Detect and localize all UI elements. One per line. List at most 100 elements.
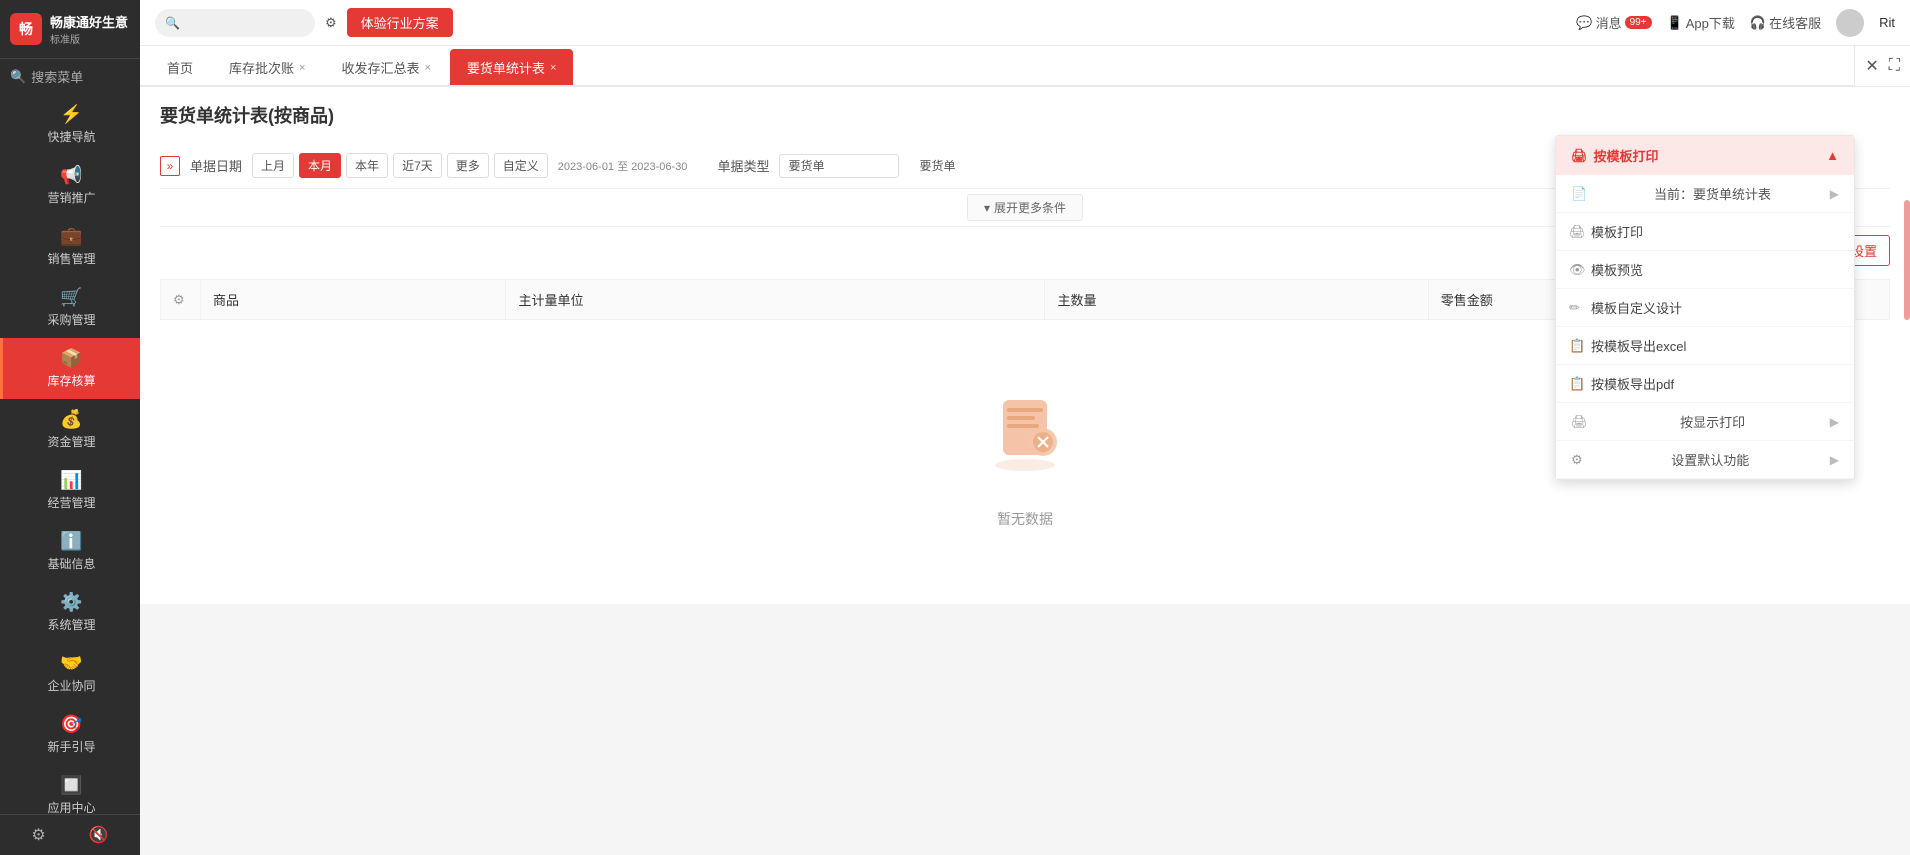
topbar-left: 🔍 ⚙ 体验行业方案 xyxy=(155,8,453,37)
dropdown-header: 🖨 按模板打印 ▲ xyxy=(1556,136,1854,175)
default-func-chevron-icon: ▶ xyxy=(1830,453,1839,467)
type-select[interactable]: 要货单 xyxy=(779,154,899,178)
sidebar: 畅 畅康通好生意 标准版 🔍 搜索菜单 ⚡ 快捷导航 📢 营销推广 💼 销售管理… xyxy=(0,0,140,855)
display-print-chevron-icon: ▶ xyxy=(1830,415,1839,429)
logo-text: 畅康通好生意 标准版 xyxy=(50,12,128,46)
col-quantity: 主数量 xyxy=(1045,280,1428,320)
sidebar-item-system[interactable]: ⚙️ 系统管理 xyxy=(0,582,140,643)
marketing-icon: 📢 xyxy=(60,165,82,186)
template-custom-icon: ✏ xyxy=(1569,300,1580,316)
basic-icon: ℹ️ xyxy=(60,531,82,552)
date-current-year[interactable]: 本年 xyxy=(346,153,388,178)
dropdown-item-default-func[interactable]: ⚙ 设置默认功能 ▶ xyxy=(1556,441,1854,479)
sidebar-item-operation[interactable]: 📊 经营管理 xyxy=(0,460,140,521)
col-product: 商品 xyxy=(201,280,506,320)
type-select-wrapper: 要货单 xyxy=(779,154,899,178)
date-last-7-days[interactable]: 近7天 xyxy=(393,153,442,178)
messages-button[interactable]: 💬 消息 99+ xyxy=(1576,13,1651,32)
sidebar-item-marketing[interactable]: 📢 营销推广 xyxy=(0,155,140,216)
date-prev-month[interactable]: 上月 xyxy=(252,153,294,178)
window-expand-button[interactable]: ⛶ xyxy=(1889,57,1900,75)
dropdown-item-template-print[interactable]: 🖨 模板打印 xyxy=(1556,213,1854,251)
print-dropdown-popup: 🖨 按模板打印 ▲ 📄 当前：要货单统计表 ▶ 🖨 模板打印 👁 模板预览 ✏ … xyxy=(1555,135,1855,480)
topbar: 🔍 ⚙ 体验行业方案 💬 消息 99+ 📱 App下载 🎧 在线客服 Rit xyxy=(140,0,1910,46)
date-range-display: 2023-06-01 至 2023-06-30 xyxy=(558,158,688,174)
tab-home[interactable]: 首页 xyxy=(150,49,210,85)
operation-icon: 📊 xyxy=(60,470,82,491)
date-filter-label: 单据日期 xyxy=(190,156,242,175)
dropdown-current-icon: 📄 xyxy=(1571,186,1587,202)
expand-more-button[interactable]: ▾ 展开更多条件 xyxy=(967,194,1083,221)
download-icon: 📱 xyxy=(1667,15,1683,31)
enterprise-icon: 🤝 xyxy=(60,653,82,674)
dropdown-item-display-print[interactable]: 🖨 按显示打印 ▶ xyxy=(1556,403,1854,441)
tab-batch-account-close[interactable]: × xyxy=(299,62,305,74)
app-logo: 畅 畅康通好生意 标准版 xyxy=(0,0,140,59)
sidebar-footer: ⚙ 🔇 xyxy=(0,814,140,855)
window-close-button[interactable]: ✕ xyxy=(1865,56,1878,76)
sidebar-nav: ⚡ 快捷导航 📢 营销推广 💼 销售管理 🛒 采购管理 📦 库存核算 💰 资金管… xyxy=(0,94,140,814)
topbar-settings-icon[interactable]: ⚙ xyxy=(325,15,337,31)
sales-icon: 💼 xyxy=(60,226,82,247)
order-status-tag: 要货单 xyxy=(919,157,955,174)
purchase-icon: 🛒 xyxy=(60,287,82,308)
sidebar-item-finance[interactable]: 💰 资金管理 xyxy=(0,399,140,460)
online-service-button[interactable]: 🎧 在线客服 xyxy=(1750,13,1821,32)
topbar-search-icon: 🔍 xyxy=(165,16,180,30)
finance-icon: 💰 xyxy=(60,409,82,430)
date-more[interactable]: 更多 xyxy=(447,153,489,178)
logo-icon: 畅 xyxy=(10,13,42,45)
sidebar-item-appstore[interactable]: 🔲 应用中心 xyxy=(0,765,140,814)
promo-button[interactable]: 体验行业方案 xyxy=(347,8,453,37)
dropdown-item-export-pdf[interactable]: 📋 按模板导出pdf xyxy=(1556,365,1854,403)
col-gear[interactable]: ⚙ xyxy=(161,280,201,320)
tab-order-stats-close[interactable]: × xyxy=(550,62,556,74)
search-menu-item[interactable]: 🔍 搜索菜单 xyxy=(0,59,140,94)
dropdown-item-export-excel[interactable]: 📋 按模板导出excel xyxy=(1556,327,1854,365)
tab-batch-account[interactable]: 库存批次账 × xyxy=(212,49,322,85)
col-unit: 主计量单位 xyxy=(506,280,1045,320)
message-icon: 💬 xyxy=(1576,15,1592,31)
topbar-right: 💬 消息 99+ 📱 App下载 🎧 在线客服 Rit xyxy=(1576,9,1895,37)
inventory-icon: 📦 xyxy=(60,348,82,369)
tabs-bar: 首页 库存批次账 × 收发存汇总表 × 要货单统计表 × xyxy=(140,46,1854,86)
dropdown-item-template-custom[interactable]: ✏ 模板自定义设计 xyxy=(1556,289,1854,327)
sidebar-item-guide[interactable]: 🎯 新手引导 xyxy=(0,704,140,765)
sidebar-item-sales[interactable]: 💼 销售管理 xyxy=(0,216,140,277)
service-icon: 🎧 xyxy=(1750,15,1766,31)
audio-footer-icon[interactable]: 🔇 xyxy=(89,825,109,845)
export-pdf-icon: 📋 xyxy=(1569,376,1585,392)
dropdown-item-current[interactable]: 📄 当前：要货单统计表 ▶ xyxy=(1556,175,1854,213)
filter-expand-icon[interactable]: » xyxy=(160,156,180,176)
sidebar-item-enterprise[interactable]: 🤝 企业协同 xyxy=(0,643,140,704)
type-filter-label: 单据类型 xyxy=(717,156,769,175)
topbar-search-box[interactable]: 🔍 xyxy=(155,9,315,37)
dropdown-collapse-icon[interactable]: ▲ xyxy=(1826,148,1839,163)
default-func-icon: ⚙ xyxy=(1571,452,1583,468)
date-current-month[interactable]: 本月 xyxy=(299,153,341,178)
search-icon: 🔍 xyxy=(10,69,26,85)
scrollbar-thumb[interactable] xyxy=(1904,200,1910,320)
tab-receipt-summary[interactable]: 收发存汇总表 × xyxy=(324,49,447,85)
sidebar-item-inventory[interactable]: 📦 库存核算 xyxy=(0,338,140,399)
print-header-icon: 🖨 xyxy=(1571,148,1588,164)
sidebar-item-basic[interactable]: ℹ️ 基础信息 xyxy=(0,521,140,582)
sidebar-item-shortcut[interactable]: ⚡ 快捷导航 xyxy=(0,94,140,155)
app-download-button[interactable]: 📱 App下载 xyxy=(1667,13,1735,32)
tab-order-stats[interactable]: 要货单统计表 × xyxy=(450,49,573,85)
sidebar-item-purchase[interactable]: 🛒 采购管理 xyxy=(0,277,140,338)
gear-icon[interactable]: ⚙ xyxy=(173,292,185,307)
user-name: Rit xyxy=(1879,15,1895,30)
shortcut-icon: ⚡ xyxy=(60,104,82,125)
user-avatar[interactable] xyxy=(1836,9,1864,37)
template-print-icon: 🖨 xyxy=(1569,224,1586,240)
date-options: 上月 本月 本年 近7天 更多 自定义 2023-06-01 至 2023-06… xyxy=(252,153,687,178)
appstore-icon: 🔲 xyxy=(60,775,82,796)
tab-receipt-summary-close[interactable]: × xyxy=(424,62,430,74)
page-title: 要货单统计表(按商品) xyxy=(160,102,1890,128)
date-custom[interactable]: 自定义 xyxy=(494,153,548,178)
display-print-icon: 🖨 xyxy=(1571,414,1588,430)
dropdown-item-template-preview[interactable]: 👁 模板预览 xyxy=(1556,251,1854,289)
settings-footer-icon[interactable]: ⚙ xyxy=(31,825,45,845)
system-icon: ⚙️ xyxy=(60,592,82,613)
